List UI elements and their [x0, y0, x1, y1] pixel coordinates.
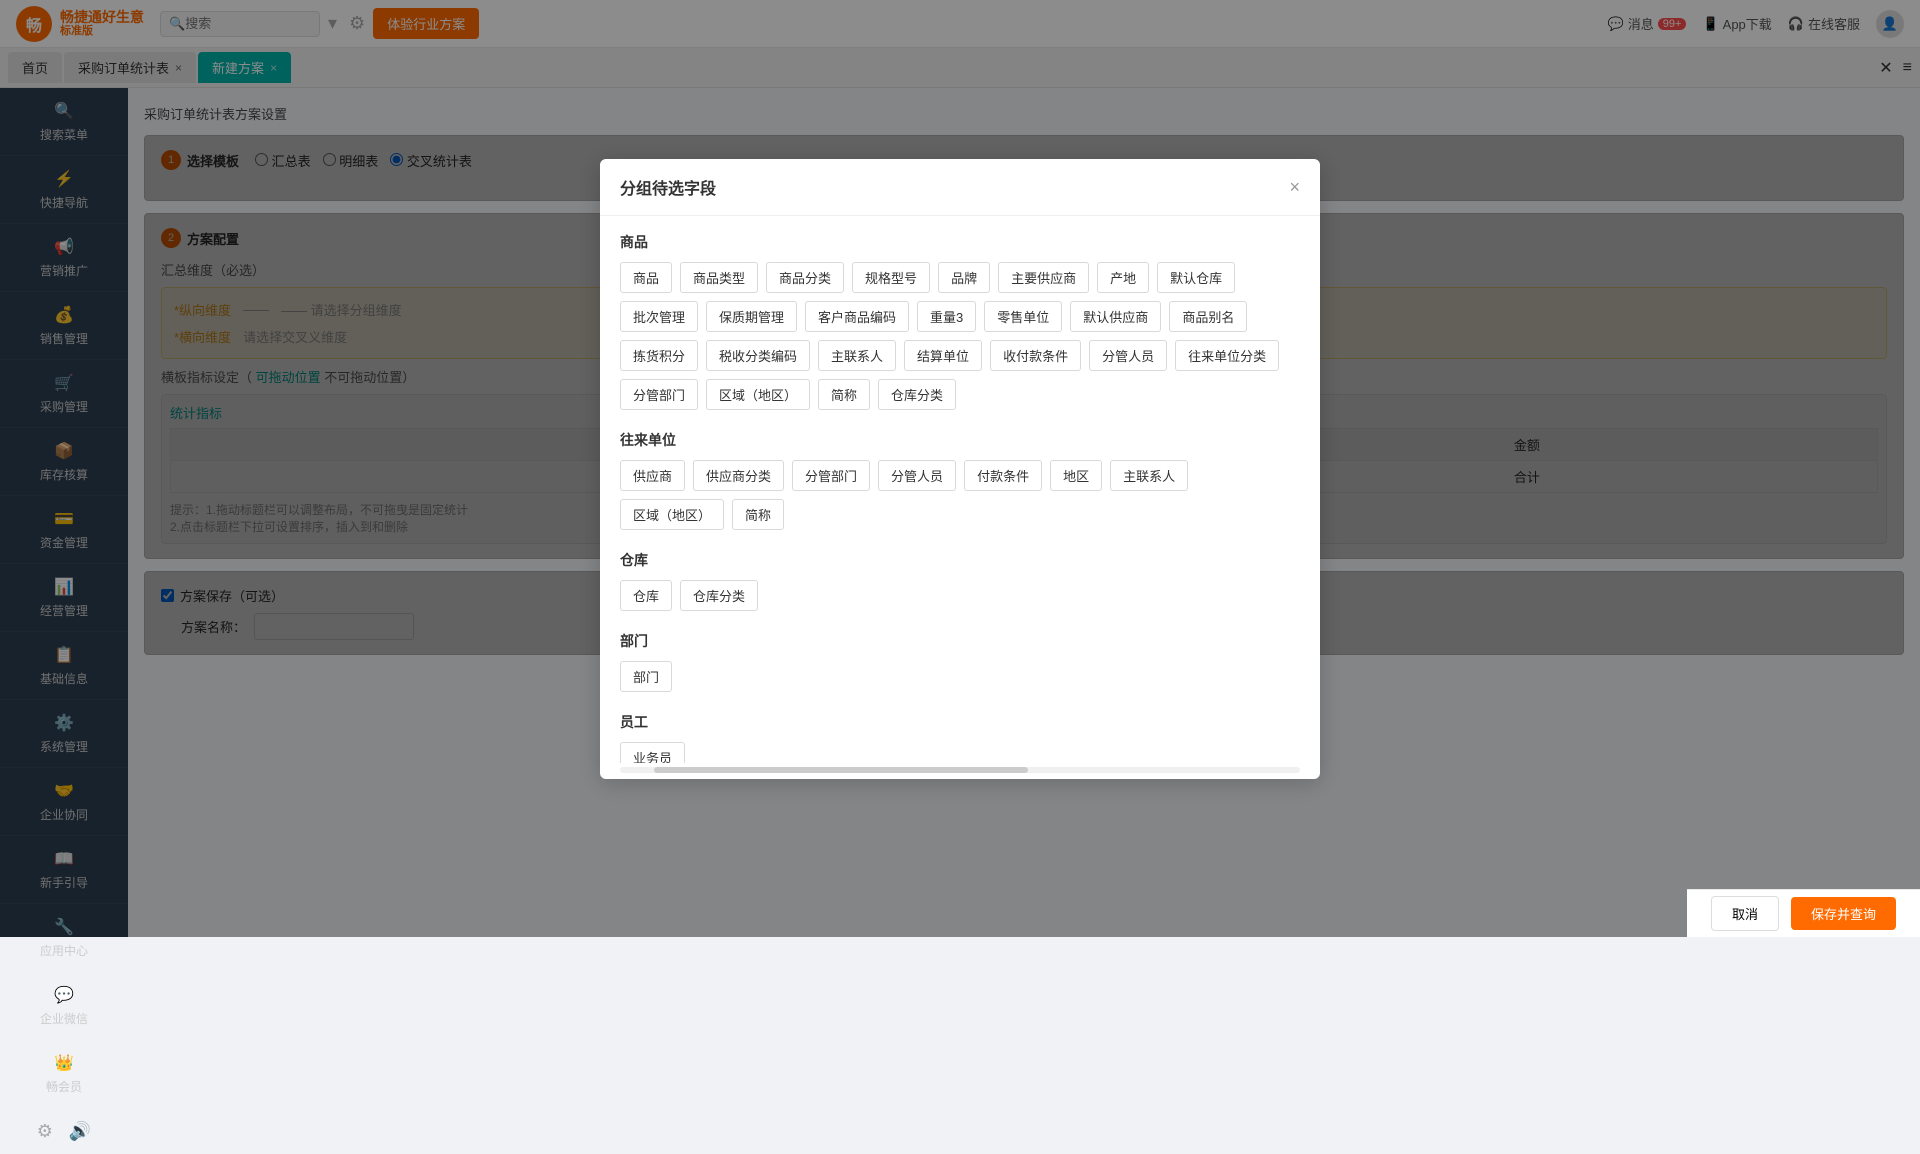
field-tag-0-10[interactable]: 客户商品编码	[805, 301, 909, 332]
field-tag-0-20[interactable]: 分管人员	[1089, 340, 1167, 371]
field-tags-0: 商品商品类型商品分类规格型号品牌主要供应商产地默认仓库批次管理保质期管理客户商品…	[620, 262, 1300, 410]
wechat-icon: 💬	[53, 984, 75, 1006]
field-tag-1-2[interactable]: 分管部门	[792, 460, 870, 491]
modal-overlay: 分组待选字段 × 商品商品商品类型商品分类规格型号品牌主要供应商产地默认仓库批次…	[0, 0, 1920, 937]
field-group-1: 往来单位供应商供应商分类分管部门分管人员付款条件地区主联系人区域（地区） 简称	[620, 430, 1300, 530]
field-tag-0-16[interactable]: 税收分类编码	[706, 340, 810, 371]
field-tag-0-14[interactable]: 商品别名	[1169, 301, 1247, 332]
field-tags-1: 供应商供应商分类分管部门分管人员付款条件地区主联系人区域（地区） 简称	[620, 460, 1300, 530]
field-tag-0-8[interactable]: 批次管理	[620, 301, 698, 332]
field-tag-0-25[interactable]: 仓库分类	[878, 379, 956, 410]
field-tags-4: 业务员	[620, 742, 1300, 763]
field-tag-1-1[interactable]: 供应商分类	[693, 460, 784, 491]
modal-close-btn[interactable]: ×	[1289, 178, 1300, 196]
modal-title: 分组待选字段	[620, 175, 716, 199]
field-tag-0-17[interactable]: 主联系人	[818, 340, 896, 371]
field-tags-3: 部门	[620, 661, 1300, 692]
field-tag-0-23[interactable]: 区域（地区）	[706, 379, 810, 410]
sidebar-audio-icon[interactable]: 🔊	[69, 1121, 91, 1142]
sidebar-settings-icon[interactable]: ⚙	[37, 1121, 53, 1142]
vip-icon: 👑	[53, 1052, 75, 1074]
field-group-title-0: 商品	[620, 232, 1300, 252]
save-query-button[interactable]: 保存并查询	[1791, 897, 1896, 930]
field-tag-1-0[interactable]: 供应商	[620, 460, 685, 491]
field-tag-2-1[interactable]: 仓库分类	[680, 580, 758, 611]
field-group-4: 员工业务员	[620, 712, 1300, 763]
field-tag-0-22[interactable]: 分管部门	[620, 379, 698, 410]
field-group-2: 仓库仓库仓库分类	[620, 550, 1300, 611]
field-tag-1-7[interactable]: 区域（地区）	[620, 499, 724, 530]
field-tag-0-24[interactable]: 简称	[818, 379, 870, 410]
field-tag-0-4[interactable]: 品牌	[938, 262, 990, 293]
field-tag-0-15[interactable]: 拣货积分	[620, 340, 698, 371]
sidebar-item-vip[interactable]: 👑 畅会员	[0, 1040, 128, 1108]
field-tag-1-3[interactable]: 分管人员	[878, 460, 956, 491]
field-group-title-4: 员工	[620, 712, 1300, 732]
field-group-title-3: 部门	[620, 631, 1300, 651]
field-tag-4-0[interactable]: 业务员	[620, 742, 685, 763]
field-tag-1-8[interactable]: 简称	[732, 499, 784, 530]
field-tag-0-7[interactable]: 默认仓库	[1157, 262, 1235, 293]
field-group-title-2: 仓库	[620, 550, 1300, 570]
field-tag-1-5[interactable]: 地区	[1050, 460, 1102, 491]
field-tag-1-4[interactable]: 付款条件	[964, 460, 1042, 491]
field-tag-0-18[interactable]: 结算单位	[904, 340, 982, 371]
field-tag-3-0[interactable]: 部门	[620, 661, 672, 692]
modal-action-bar: 取消 保存并查询	[1687, 889, 1920, 937]
field-tags-2: 仓库仓库分类	[620, 580, 1300, 611]
field-tag-2-0[interactable]: 仓库	[620, 580, 672, 611]
field-group-3: 部门部门	[620, 631, 1300, 692]
modal-body: 商品商品商品类型商品分类规格型号品牌主要供应商产地默认仓库批次管理保质期管理客户…	[600, 216, 1320, 763]
field-tag-0-1[interactable]: 商品类型	[680, 262, 758, 293]
field-tag-0-19[interactable]: 收付款条件	[990, 340, 1081, 371]
sidebar-item-wechat[interactable]: 💬 企业微信	[0, 972, 128, 1040]
field-tag-0-6[interactable]: 产地	[1097, 262, 1149, 293]
field-tag-0-2[interactable]: 商品分类	[766, 262, 844, 293]
field-group-title-1: 往来单位	[620, 430, 1300, 450]
modal-hscrollbar-container	[600, 763, 1320, 779]
field-tag-0-11[interactable]: 重量3	[917, 301, 976, 332]
modal-header: 分组待选字段 ×	[600, 159, 1320, 216]
field-tag-0-13[interactable]: 默认供应商	[1070, 301, 1161, 332]
field-selection-modal: 分组待选字段 × 商品商品商品类型商品分类规格型号品牌主要供应商产地默认仓库批次…	[600, 159, 1320, 779]
field-tag-0-21[interactable]: 往来单位分类	[1175, 340, 1279, 371]
field-tag-1-6[interactable]: 主联系人	[1110, 460, 1188, 491]
field-group-0: 商品商品商品类型商品分类规格型号品牌主要供应商产地默认仓库批次管理保质期管理客户…	[620, 232, 1300, 410]
hscrollbar-thumb[interactable]	[654, 767, 1028, 773]
field-tag-0-12[interactable]: 零售单位	[984, 301, 1062, 332]
field-tag-0-3[interactable]: 规格型号	[852, 262, 930, 293]
field-tag-0-0[interactable]: 商品	[620, 262, 672, 293]
field-tag-0-9[interactable]: 保质期管理	[706, 301, 797, 332]
field-tag-0-5[interactable]: 主要供应商	[998, 262, 1089, 293]
cancel-button[interactable]: 取消	[1711, 896, 1779, 931]
